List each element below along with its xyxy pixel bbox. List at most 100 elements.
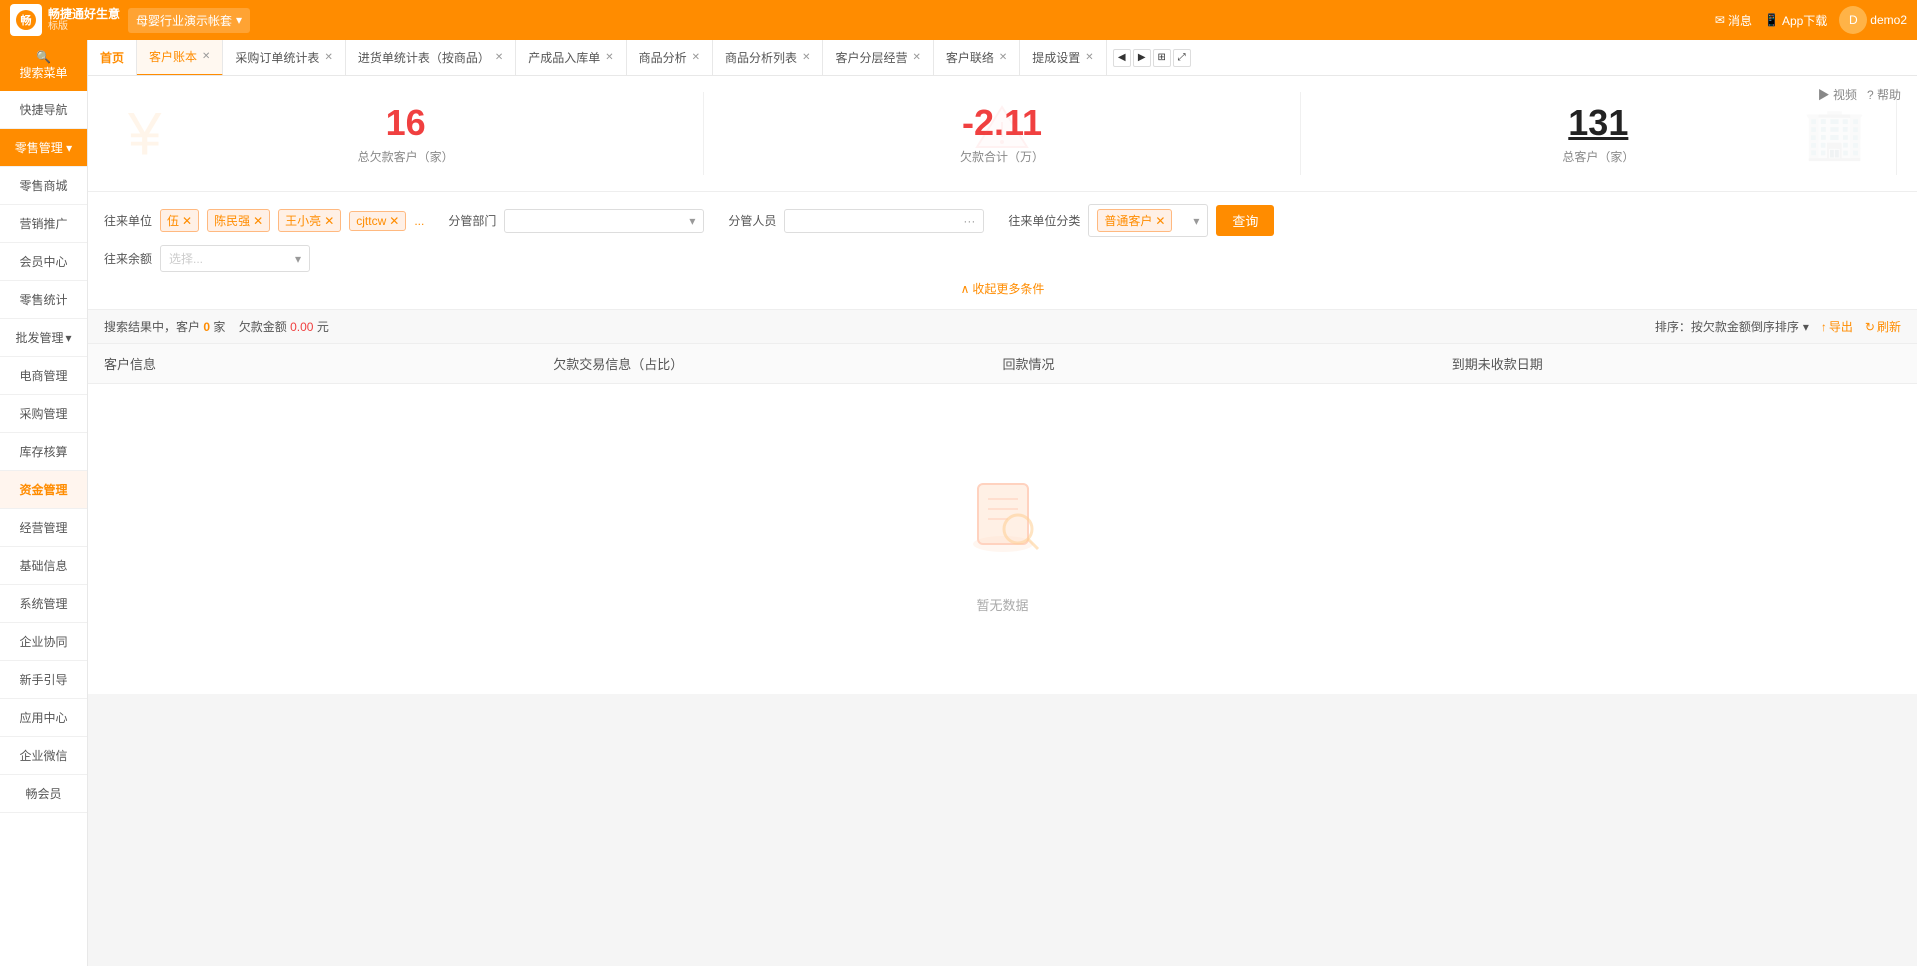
username-label: demo2 bbox=[1870, 13, 1907, 27]
sidebar-item-system-mgmt[interactable]: 系统管理 bbox=[0, 585, 87, 623]
empty-icon bbox=[953, 464, 1053, 583]
collapse-label: 收起更多条件 bbox=[972, 280, 1044, 297]
tab-close-icon[interactable]: ✕ bbox=[605, 52, 613, 63]
tab-goods-analysis-list[interactable]: 商品分析列表 ✕ bbox=[713, 40, 823, 76]
dept-filter-label: 分管部门 bbox=[448, 212, 496, 229]
more-tags-button[interactable]: ... bbox=[414, 214, 424, 228]
filter-tag-wu[interactable]: 伍 ✕ bbox=[160, 209, 199, 232]
avatar: D bbox=[1839, 6, 1867, 34]
person-selector[interactable]: ··· bbox=[784, 209, 984, 233]
unit-type-selector[interactable]: 普通客户 ✕ ▾ bbox=[1088, 204, 1208, 237]
sidebar-item-inventory-check[interactable]: 库存核算 bbox=[0, 433, 87, 471]
tab-close-icon[interactable]: ✕ bbox=[999, 52, 1007, 63]
sort-selector[interactable]: 排序：按欠款金额倒序排序 ▾ bbox=[1655, 318, 1809, 335]
tab-customer-tiered[interactable]: 客户分层经营 ✕ bbox=[823, 40, 933, 76]
tab-close-icon[interactable]: ✕ bbox=[1085, 52, 1093, 63]
export-label: 导出 bbox=[1829, 318, 1853, 335]
sidebar-item-app-center[interactable]: 应用中心 bbox=[0, 699, 87, 737]
tab-prev-button[interactable]: ◀ bbox=[1113, 49, 1131, 67]
sidebar-item-retail-stats[interactable]: 零售统计 bbox=[0, 281, 87, 319]
unit-type-tag[interactable]: 普通客户 ✕ bbox=[1097, 209, 1172, 232]
sidebar-item-marketing[interactable]: 营销推广 bbox=[0, 205, 87, 243]
remove-wang-icon[interactable]: ✕ bbox=[324, 214, 334, 228]
sidebar-item-finance-mgmt[interactable]: 资金管理 bbox=[0, 471, 87, 509]
tab-customer-book[interactable]: 客户账本 ✕ bbox=[137, 40, 223, 76]
debt-customers-label: 总欠款客户（家） bbox=[358, 148, 454, 165]
remove-chen-icon[interactable]: ✕ bbox=[253, 214, 263, 228]
results-bar: 搜索结果中，客户 0 家 欠款金额 0.00 元 排序：按欠款金额倒序排序 bbox=[88, 310, 1917, 344]
remove-wu-icon[interactable]: ✕ bbox=[182, 214, 192, 228]
refresh-button[interactable]: ↻ 刷新 bbox=[1865, 318, 1901, 335]
sidebar-item-wholesale-mgmt[interactable]: 批发管理 ▾ bbox=[0, 319, 87, 357]
sidebar-item-member-center[interactable]: 会员中心 bbox=[0, 243, 87, 281]
sidebar-item-operation-mgmt[interactable]: 经营管理 bbox=[0, 509, 87, 547]
balance-selector[interactable]: 选择... ▾ bbox=[160, 245, 310, 272]
sidebar-item-ecommerce-mgmt[interactable]: 电商管理 bbox=[0, 357, 87, 395]
video-button[interactable]: ▶ 视频 bbox=[1818, 86, 1857, 103]
logo-icon: 畅 bbox=[10, 4, 42, 36]
tab-goods-analysis[interactable]: 商品分析 ✕ bbox=[627, 40, 713, 76]
debt-customers-number: 16 bbox=[386, 102, 426, 144]
filter-tag-wang[interactable]: 王小亮 ✕ bbox=[278, 209, 341, 232]
remove-cjttcw-icon[interactable]: ✕ bbox=[389, 214, 399, 228]
dept-selector[interactable]: ▾ bbox=[504, 209, 704, 233]
tab-close-icon[interactable]: ✕ bbox=[692, 52, 700, 63]
sidebar-item-retail-shop[interactable]: 零售商城 bbox=[0, 167, 87, 205]
tab-home[interactable]: 首页 bbox=[88, 40, 137, 76]
data-table: 客户信息 欠款交易信息（占比） 回款情况 到期未收款日期 bbox=[88, 344, 1917, 694]
sidebar-item-retail-mgmt[interactable]: 零售管理 ▾ bbox=[0, 129, 87, 167]
tab-close-icon[interactable]: ✕ bbox=[324, 52, 332, 63]
user-avatar-button[interactable]: D demo2 bbox=[1839, 6, 1907, 34]
query-button[interactable]: 查询 bbox=[1216, 205, 1274, 236]
sidebar-item-new-guide[interactable]: 新手引导 bbox=[0, 661, 87, 699]
remove-unit-type-icon[interactable]: ✕ bbox=[1155, 214, 1165, 228]
unit-type-filter-label: 往来单位分类 bbox=[1008, 212, 1080, 229]
help-button[interactable]: ? 帮助 bbox=[1867, 86, 1901, 103]
person-filter-label: 分管人员 bbox=[728, 212, 776, 229]
filter-tag-cjttcw[interactable]: cjttcw ✕ bbox=[349, 211, 406, 231]
chevron-down-icon: ▾ bbox=[66, 141, 72, 155]
tag-chen-label: 陈民强 bbox=[214, 212, 250, 229]
account-selector[interactable]: 母婴行业演示帐套 ▾ bbox=[128, 8, 250, 33]
new-guide-label: 新手引导 bbox=[19, 673, 67, 687]
operation-mgmt-label: 经营管理 bbox=[19, 521, 67, 535]
chevron-up-icon: ∧ bbox=[961, 282, 970, 296]
filter-tag-chen[interactable]: 陈民强 ✕ bbox=[207, 209, 270, 232]
sidebar-item-basic-info[interactable]: 基础信息 bbox=[0, 547, 87, 585]
tab-product-inbound-label: 产成品入库单 bbox=[528, 49, 600, 66]
sidebar-item-vip-member[interactable]: 畅会员 bbox=[0, 775, 87, 813]
tab-close-icon[interactable]: ✕ bbox=[202, 51, 210, 62]
message-icon: ✉ bbox=[1715, 13, 1725, 27]
tab-expand-button[interactable]: ⊞ bbox=[1153, 49, 1171, 67]
finance-mgmt-label: 资金管理 bbox=[19, 483, 67, 497]
app-download-button[interactable]: 📱 App下载 bbox=[1764, 12, 1827, 29]
tab-purchase-order-stats-label: 采购订单统计表 bbox=[235, 49, 319, 66]
tab-close-icon[interactable]: ✕ bbox=[802, 52, 810, 63]
collapse-button[interactable]: ∧ 收起更多条件 bbox=[104, 280, 1901, 297]
sidebar-item-enterprise-collab[interactable]: 企业协同 bbox=[0, 623, 87, 661]
export-button[interactable]: ↑ 导出 bbox=[1821, 318, 1853, 335]
tab-customer-contact[interactable]: 客户联络 ✕ bbox=[934, 40, 1020, 76]
col-debt-info: 欠款交易信息（占比） bbox=[553, 354, 1002, 373]
logo-text: 畅捷通好生意 bbox=[48, 7, 120, 21]
balance-filter-label: 往来余额 bbox=[104, 250, 152, 267]
sidebar-item-enterprise-wechat[interactable]: 企业微信 bbox=[0, 737, 87, 775]
chevron-down-icon: ▾ bbox=[1193, 214, 1199, 228]
tab-purchase-order-stats[interactable]: 采购订单统计表 ✕ bbox=[223, 40, 345, 76]
purchase-mgmt-label: 采购管理 bbox=[19, 407, 67, 421]
tab-reminder-settings[interactable]: 提成设置 ✕ bbox=[1020, 40, 1106, 76]
refresh-icon: ↻ bbox=[1865, 320, 1875, 334]
export-icon: ↑ bbox=[1821, 320, 1827, 334]
tab-inbound-stats-product[interactable]: 进货单统计表（按商品） ✕ bbox=[346, 40, 516, 76]
sidebar-item-purchase-mgmt[interactable]: 采购管理 bbox=[0, 395, 87, 433]
tab-next-button[interactable]: ▶ bbox=[1133, 49, 1151, 67]
tab-close-icon[interactable]: ✕ bbox=[912, 52, 920, 63]
tab-fullscreen-button[interactable]: ⤢ bbox=[1173, 49, 1191, 67]
sidebar-search[interactable]: 🔍 搜索菜单 bbox=[0, 40, 87, 91]
sidebar-item-quick-nav[interactable]: 快捷导航 bbox=[0, 91, 87, 129]
tab-product-inbound[interactable]: 产成品入库单 ✕ bbox=[516, 40, 626, 76]
message-button[interactable]: ✉ 消息 bbox=[1715, 12, 1752, 29]
chevron-down-icon: ▾ bbox=[236, 13, 242, 27]
tab-close-icon[interactable]: ✕ bbox=[495, 52, 503, 63]
stat-total-customers: 🏢 131 总客户（家） bbox=[1301, 92, 1897, 175]
